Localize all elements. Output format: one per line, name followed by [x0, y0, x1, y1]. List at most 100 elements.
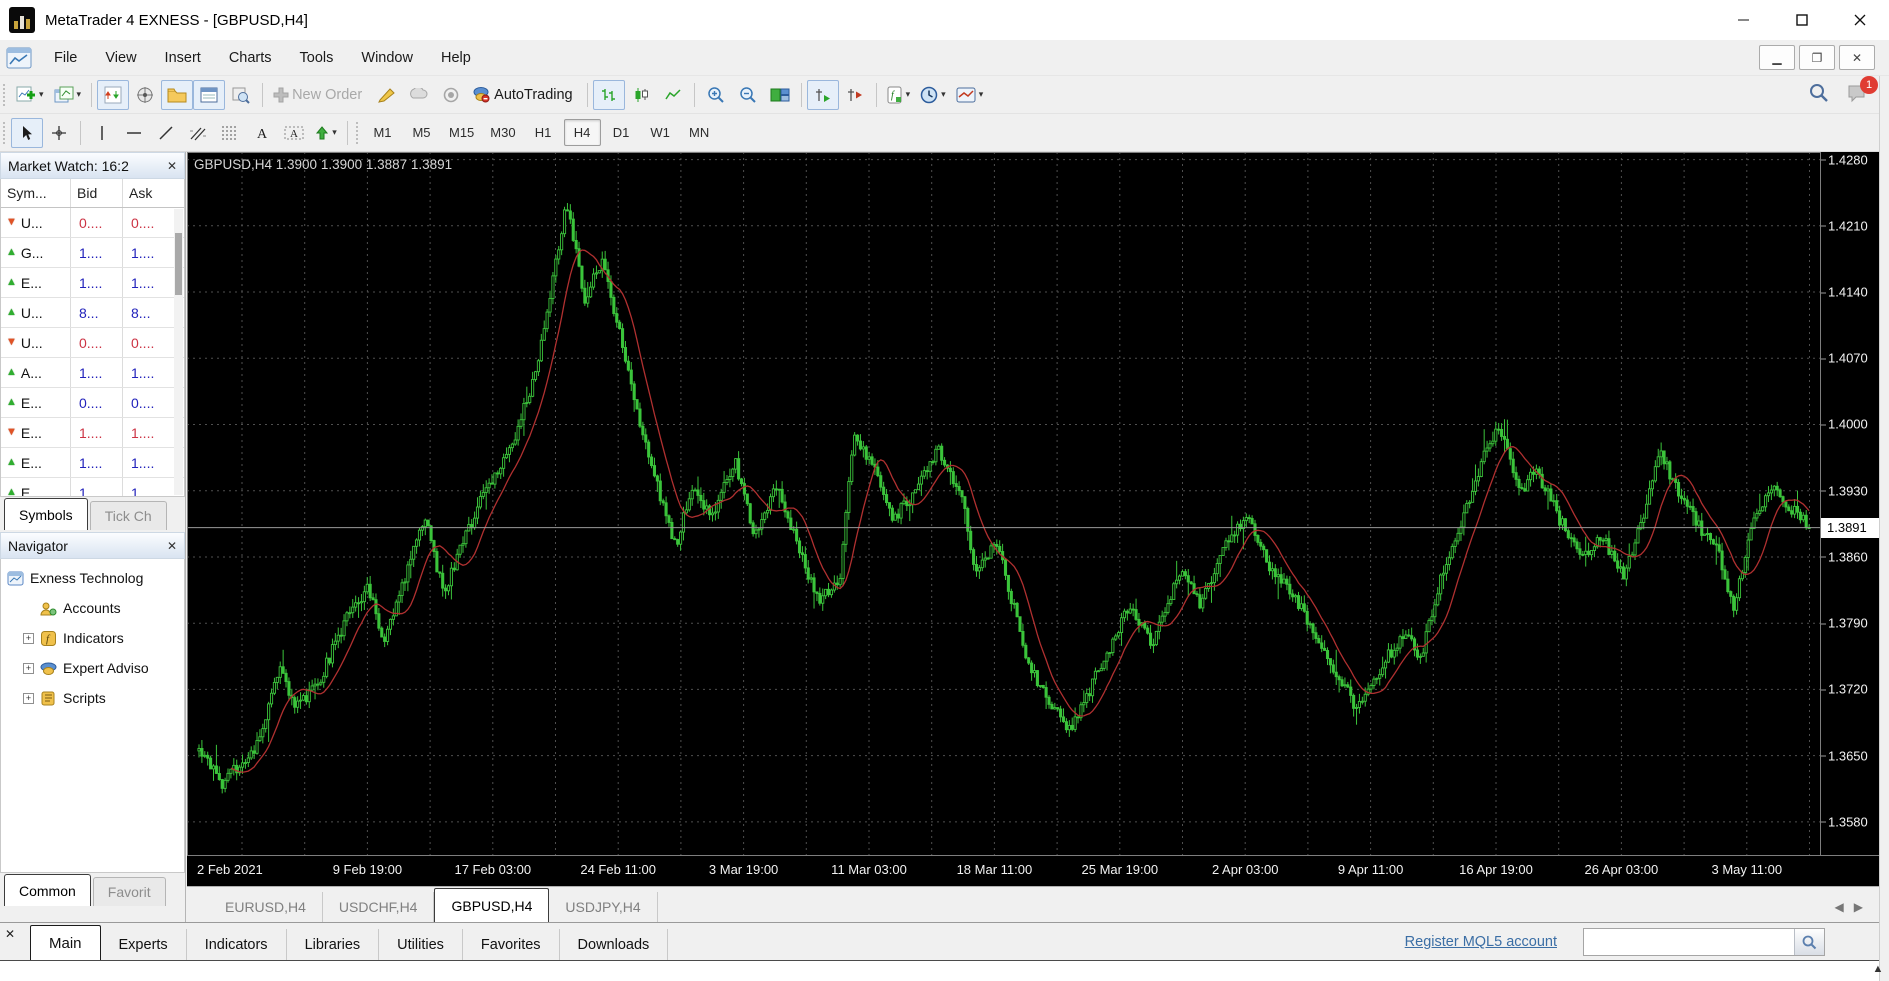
toolbox-tab-main[interactable]: Main	[30, 925, 101, 960]
menu-item-window[interactable]: Window	[347, 44, 427, 72]
toolbox-tab-indicators[interactable]: Indicators	[187, 929, 287, 960]
timeframe-M1[interactable]: M1	[364, 119, 401, 146]
auto-scroll-button[interactable]	[807, 80, 839, 110]
close-icon[interactable]: ✕	[5, 927, 15, 941]
toolbox-tab-experts[interactable]: Experts	[101, 929, 187, 960]
symbol-row[interactable]: ▲U...8...8...	[1, 298, 184, 328]
vertical-line-button[interactable]	[86, 118, 118, 148]
expand-plus-icon[interactable]: +	[23, 633, 34, 644]
zoom-out-button[interactable]	[732, 80, 764, 110]
symbol-row[interactable]: ▲E11	[1, 478, 184, 497]
chart-tab-eurusd-h4[interactable]: EURUSD,H4	[209, 892, 323, 922]
trendline-button[interactable]	[150, 118, 182, 148]
fibonacci-button[interactable]	[214, 118, 246, 148]
scroll-up-icon[interactable]: ▲	[1868, 963, 1888, 979]
periods-button[interactable]: ▾	[915, 80, 951, 110]
toolbar-grip[interactable]	[2, 121, 7, 145]
metaeditor-button[interactable]	[371, 80, 403, 110]
sound-alert-button[interactable]	[435, 80, 467, 110]
timeframe-H4[interactable]: H4	[564, 119, 601, 146]
profiles-button[interactable]: ▾	[49, 80, 87, 110]
column-header-sym[interactable]: Sym...	[1, 179, 71, 207]
bar-chart-button[interactable]	[593, 80, 625, 110]
toolbar-grip[interactable]	[2, 83, 7, 107]
line-chart-button[interactable]	[657, 80, 689, 110]
market-watch-scrollbar[interactable]	[174, 209, 183, 495]
navigator-toggle[interactable]	[161, 80, 193, 110]
timeframe-M15[interactable]: M15	[442, 119, 481, 146]
mdi-restore-button[interactable]: ❐	[1799, 45, 1835, 70]
search-button[interactable]	[1794, 929, 1824, 955]
time-axis[interactable]: 2 Feb 20219 Feb 19:0017 Feb 03:0024 Feb …	[187, 855, 1880, 886]
timeframe-MN[interactable]: MN	[681, 119, 718, 146]
autotrading-button[interactable]: AutoTrading	[467, 80, 581, 110]
column-header-ask[interactable]: Ask	[123, 179, 175, 207]
maximize-button[interactable]	[1773, 0, 1831, 40]
mdi-minimize-button[interactable]: ▁	[1759, 45, 1795, 70]
menu-item-tools[interactable]: Tools	[286, 44, 348, 72]
crosshair-button[interactable]	[43, 118, 75, 148]
search-input[interactable]	[1584, 930, 1794, 954]
menu-item-file[interactable]: File	[40, 44, 91, 72]
indicators-list-button[interactable]: f ▾	[882, 80, 916, 110]
navigator-item-scripts[interactable]: +Scripts	[1, 683, 184, 713]
templates-button[interactable]: ▾	[951, 80, 989, 110]
chart-tab-usdjpy-h4[interactable]: USDJPY,H4	[549, 892, 657, 922]
close-button[interactable]	[1831, 0, 1889, 40]
chart-shift-button[interactable]	[839, 80, 871, 110]
tab-favorit[interactable]: Favorit	[93, 877, 166, 906]
minimize-button[interactable]	[1715, 0, 1773, 40]
tile-windows-button[interactable]	[764, 80, 796, 110]
toolbox-tab-libraries[interactable]: Libraries	[287, 929, 380, 960]
chart-plot-area[interactable]	[187, 152, 1820, 855]
tab-symbols[interactable]: Symbols	[4, 498, 88, 530]
symbol-row[interactable]: ▲G...1....1....	[1, 238, 184, 268]
new-order-button[interactable]: New Order	[268, 80, 371, 110]
scrollbar-thumb[interactable]	[175, 233, 182, 295]
column-header-bid[interactable]: Bid	[71, 179, 123, 207]
timeframe-H1[interactable]: H1	[525, 119, 562, 146]
data-window-button[interactable]	[129, 80, 161, 110]
text-button[interactable]: A	[246, 118, 278, 148]
toolbar-grip[interactable]	[355, 121, 360, 145]
symbol-row[interactable]: ▲E...0....0....	[1, 388, 184, 418]
horizontal-line-button[interactable]	[118, 118, 150, 148]
strategy-tester-button[interactable]	[225, 80, 257, 110]
chart-tab-usdchf-h4[interactable]: USDCHF,H4	[323, 892, 435, 922]
symbol-row[interactable]: ▼U...0....0....	[1, 328, 184, 358]
symbol-row[interactable]: ▼E...1....1....	[1, 418, 184, 448]
zoom-in-button[interactable]	[700, 80, 732, 110]
symbol-row[interactable]: ▼U...0....0....	[1, 208, 184, 238]
toolbox-tab-utilities[interactable]: Utilities	[379, 929, 463, 960]
symbol-row[interactable]: ▲E...1....1....	[1, 448, 184, 478]
expand-plus-icon[interactable]: +	[23, 693, 34, 704]
mql5-community-button[interactable]	[403, 80, 435, 110]
navigator-item-indicators[interactable]: +fIndicators	[1, 623, 184, 653]
menu-item-insert[interactable]: Insert	[151, 44, 215, 72]
toolbox-tab-downloads[interactable]: Downloads	[560, 929, 669, 960]
close-icon[interactable]: ✕	[167, 540, 177, 552]
symbol-row[interactable]: ▲E...1....1....	[1, 268, 184, 298]
arrows-button[interactable]: ▾	[310, 118, 342, 148]
tabs-scroll-left-icon[interactable]: ◀	[1835, 900, 1844, 914]
menu-item-charts[interactable]: Charts	[215, 44, 286, 72]
terminal-toggle[interactable]	[193, 80, 225, 110]
new-chart-button[interactable]: ▾	[11, 80, 49, 110]
market-watch-toggle[interactable]	[97, 80, 129, 110]
equidistant-channel-button[interactable]	[182, 118, 214, 148]
tabs-scroll-right-icon[interactable]: ▶	[1854, 900, 1863, 914]
text-label-button[interactable]: A	[278, 118, 310, 148]
notifications-icon[interactable]: 1	[1847, 83, 1869, 106]
navigator-item-accounts[interactable]: Accounts	[1, 593, 184, 623]
register-mql5-link[interactable]: Register MQL5 account	[1405, 934, 1557, 950]
symbol-row[interactable]: ▲A...1....1....	[1, 358, 184, 388]
search-icon[interactable]	[1809, 83, 1829, 106]
timeframe-M5[interactable]: M5	[403, 119, 440, 146]
tab-tick-ch[interactable]: Tick Ch	[90, 501, 167, 530]
mdi-close-button[interactable]: ✕	[1839, 45, 1875, 70]
expand-plus-icon[interactable]: +	[23, 663, 34, 674]
navigator-item-exness-technolog[interactable]: Exness Technolog	[1, 563, 184, 593]
chart-tab-gbpusd-h4[interactable]: GBPUSD,H4	[434, 888, 549, 922]
menu-item-help[interactable]: Help	[427, 44, 485, 72]
timeframe-W1[interactable]: W1	[642, 119, 679, 146]
